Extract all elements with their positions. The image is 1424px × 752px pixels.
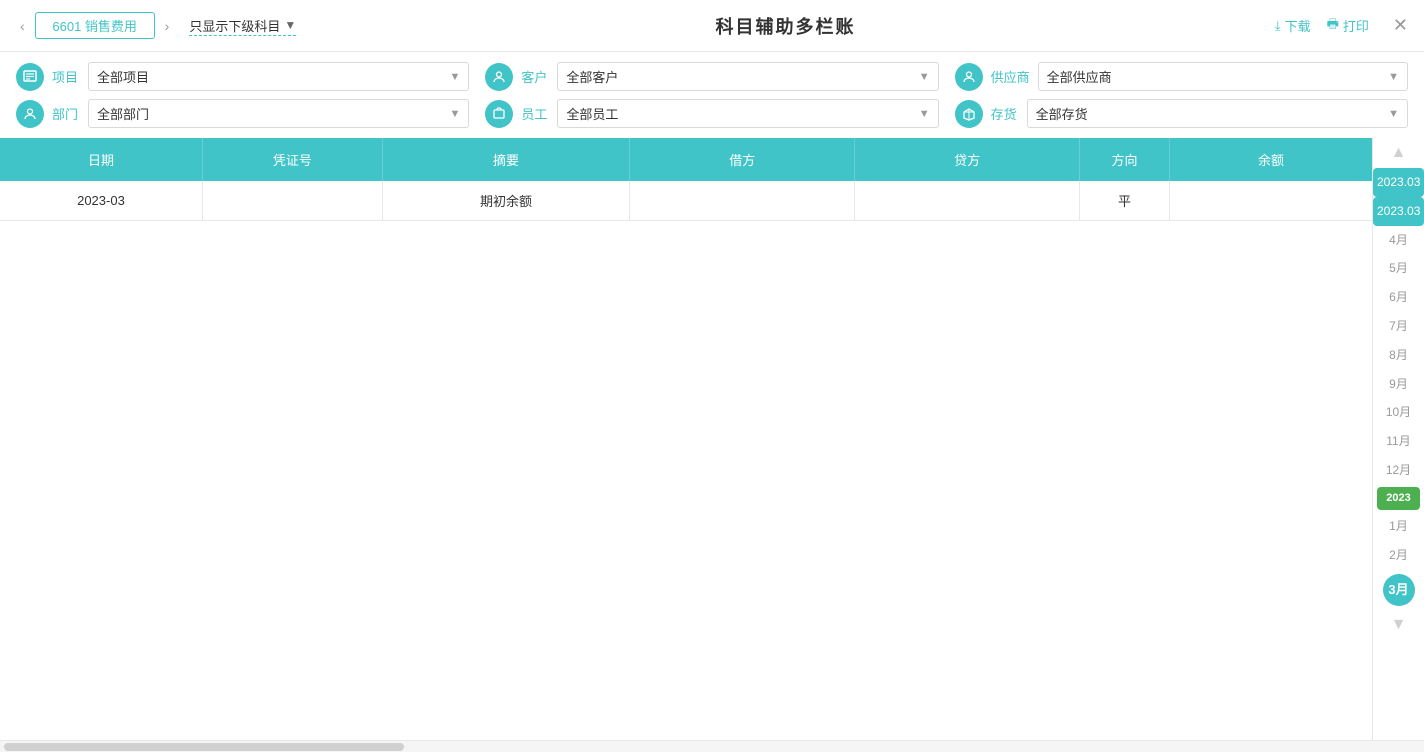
sidebar-active-month[interactable]: 3月 <box>1383 574 1415 606</box>
cell-summary: 期初余额 <box>382 181 629 221</box>
sidebar-month-2023-03-2[interactable]: 2023.03 <box>1373 197 1424 226</box>
download-icon: ⤓ <box>1275 18 1281 34</box>
filter-supplier: 供应商 全部供应商 ▼ <box>955 62 1408 91</box>
cell-debit <box>630 181 855 221</box>
col-header-debit: 借方 <box>630 138 855 181</box>
print-label: 打印 <box>1343 16 1369 35</box>
download-label: 下载 <box>1285 16 1311 35</box>
show-sub-label: 只显示下级科目 <box>189 16 280 35</box>
bottom-scrollbar[interactable] <box>0 740 1424 752</box>
project-icon <box>16 63 44 91</box>
inventory-select[interactable]: 全部存货 ▼ <box>1027 99 1408 128</box>
filter-row-2: 部门 全部部门 ▼ 员工 全部员工 ▼ 存货 <box>16 99 1408 128</box>
project-select[interactable]: 全部项目 ▼ <box>88 62 469 91</box>
employee-icon <box>485 100 513 128</box>
sidebar-month-5[interactable]: 5月 <box>1373 254 1424 283</box>
ledger-table: 日期 凭证号 摘要 借方 贷方 方向 余额 2023-03 期初余额 <box>0 138 1372 221</box>
table-main: 日期 凭证号 摘要 借方 贷方 方向 余额 2023-03 期初余额 <box>0 138 1372 740</box>
sidebar-month-1[interactable]: 1月 <box>1373 512 1424 541</box>
header-actions: ⤓ 下载 🖶 打印 ✕ <box>1275 15 1408 37</box>
project-label: 项目 <box>52 67 80 86</box>
page-title: 科目辅助多栏账 <box>296 13 1275 39</box>
employee-value: 全部员工 <box>566 104 618 123</box>
show-sub-toggle[interactable]: 只显示下级科目 ▼ <box>189 16 296 36</box>
col-header-direction: 方向 <box>1080 138 1170 181</box>
department-arrow-icon: ▼ <box>449 108 460 120</box>
inventory-label: 存货 <box>991 104 1019 123</box>
col-header-voucher: 凭证号 <box>202 138 382 181</box>
cell-credit <box>855 181 1080 221</box>
col-header-credit: 贷方 <box>855 138 1080 181</box>
scroll-thumb[interactable] <box>4 743 404 751</box>
supplier-icon <box>955 63 983 91</box>
sidebar-month-8[interactable]: 8月 <box>1373 341 1424 370</box>
inventory-icon <box>955 100 983 128</box>
customer-icon <box>485 63 513 91</box>
filter-department: 部门 全部部门 ▼ <box>16 99 469 128</box>
table-header-row: 日期 凭证号 摘要 借方 贷方 方向 余额 <box>0 138 1372 181</box>
cell-direction: 平 <box>1080 181 1170 221</box>
account-nav: ‹ 6601 销售费用 › <box>16 12 173 39</box>
supplier-label: 供应商 <box>991 67 1030 86</box>
sidebar-month-2023-03-1[interactable]: 2023.03 <box>1373 168 1424 197</box>
close-button[interactable]: ✕ <box>1393 15 1408 36</box>
department-icon <box>16 100 44 128</box>
department-value: 全部部门 <box>97 104 149 123</box>
department-select[interactable]: 全部部门 ▼ <box>88 99 469 128</box>
employee-arrow-icon: ▼ <box>919 108 930 120</box>
sidebar-year-badge: 2023 <box>1377 487 1420 510</box>
sidebar-month-2[interactable]: 2月 <box>1373 541 1424 570</box>
sidebar-month-7[interactable]: 7月 <box>1373 312 1424 341</box>
customer-label: 客户 <box>521 67 549 86</box>
filter-customer: 客户 全部客户 ▼ <box>485 62 938 91</box>
department-label: 部门 <box>52 104 80 123</box>
sidebar-month-10[interactable]: 10月 <box>1373 398 1424 427</box>
col-header-date: 日期 <box>0 138 202 181</box>
project-value: 全部项目 <box>97 67 149 86</box>
inventory-arrow-icon: ▼ <box>1388 108 1399 120</box>
employee-label: 员工 <box>521 104 549 123</box>
sidebar-month-6[interactable]: 6月 <box>1373 283 1424 312</box>
nav-prev-arrow[interactable]: ‹ <box>16 16 29 36</box>
supplier-value: 全部供应商 <box>1047 67 1112 86</box>
nav-next-arrow[interactable]: › <box>161 16 174 36</box>
supplier-select[interactable]: 全部供应商 ▼ <box>1038 62 1408 91</box>
header-bar: ‹ 6601 销售费用 › 只显示下级科目 ▼ 科目辅助多栏账 ⤓ 下载 🖶 打… <box>0 0 1424 52</box>
employee-select[interactable]: 全部员工 ▼ <box>557 99 938 128</box>
print-button[interactable]: 🖶 打印 <box>1327 15 1369 37</box>
filter-inventory: 存货 全部存货 ▼ <box>955 99 1408 128</box>
download-button[interactable]: ⤓ 下载 <box>1275 16 1311 35</box>
cell-balance <box>1170 181 1372 221</box>
inventory-value: 全部存货 <box>1036 104 1088 123</box>
sidebar-month-11[interactable]: 11月 <box>1373 427 1424 456</box>
account-code[interactable]: 6601 销售费用 <box>35 12 155 39</box>
filter-employee: 员工 全部员工 ▼ <box>485 99 938 128</box>
filter-row-1: 项目 全部项目 ▼ 客户 全部客户 ▼ 供应 <box>16 62 1408 91</box>
customer-select[interactable]: 全部客户 ▼ <box>557 62 938 91</box>
customer-value: 全部客户 <box>566 67 618 86</box>
sidebar-month-9[interactable]: 9月 <box>1373 370 1424 399</box>
sidebar-month-4[interactable]: 4月 <box>1373 226 1424 255</box>
table-wrapper: 日期 凭证号 摘要 借方 贷方 方向 余额 2023-03 期初余额 <box>0 138 1424 740</box>
right-sidebar: ▲ 2023.03 2023.03 4月 5月 6月 7月 8月 9月 10月 … <box>1372 138 1424 740</box>
col-header-balance: 余额 <box>1170 138 1372 181</box>
table-row: 2023-03 期初余额 平 <box>0 181 1372 221</box>
print-icon: 🖶 <box>1327 15 1339 37</box>
project-arrow-icon: ▼ <box>449 71 460 83</box>
col-header-summary: 摘要 <box>382 138 629 181</box>
sidebar-down-arrow[interactable]: ▼ <box>1373 610 1424 640</box>
filter-bar: 项目 全部项目 ▼ 客户 全部客户 ▼ 供应 <box>0 52 1424 138</box>
cell-voucher <box>202 181 382 221</box>
show-sub-arrow-icon: ▼ <box>284 18 296 32</box>
sidebar-up-arrow[interactable]: ▲ <box>1373 138 1424 168</box>
main-container: ‹ 6601 销售费用 › 只显示下级科目 ▼ 科目辅助多栏账 ⤓ 下载 🖶 打… <box>0 0 1424 752</box>
sidebar-month-12[interactable]: 12月 <box>1373 456 1424 485</box>
filter-project: 项目 全部项目 ▼ <box>16 62 469 91</box>
cell-date: 2023-03 <box>0 181 202 221</box>
customer-arrow-icon: ▼ <box>919 71 930 83</box>
supplier-arrow-icon: ▼ <box>1388 71 1399 83</box>
